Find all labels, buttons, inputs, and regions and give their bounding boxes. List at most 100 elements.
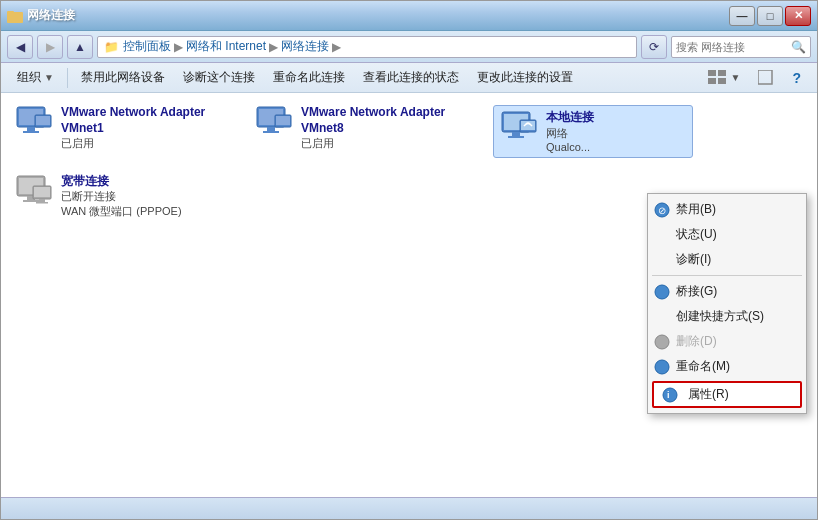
organize-arrow: ▼ [44,72,54,83]
svg-point-35 [655,285,669,299]
svg-point-38 [663,388,677,402]
local-adapter: Qualco... [546,141,688,153]
diagnose-label: 诊断这个连接 [183,69,255,86]
svg-rect-28 [23,200,39,202]
local-name: 本地连接 [546,110,688,126]
svg-rect-32 [36,202,48,204]
svg-point-37 [655,360,669,374]
toolbar-view-status[interactable]: 查看此连接的状态 [355,66,467,90]
breadcrumb-network-connections[interactable]: 网络连接 [281,38,329,55]
up-button[interactable]: ▲ [67,35,93,59]
broadband-type: WAN 微型端口 (PPPOE) [61,204,213,219]
vmnet1-icon [13,105,53,141]
forward-button[interactable]: ▶ [37,35,63,59]
view-status-label: 查看此连接的状态 [363,69,459,86]
broadband-info: 宽带连接 已断开连接 WAN 微型端口 (PPPOE) [61,174,213,220]
refresh-button[interactable]: ⟳ [641,35,667,59]
toolbar-rename[interactable]: 重命名此连接 [265,66,353,90]
search-input[interactable] [676,41,791,53]
file-row-1: VMware Network Adapter VMnet1 已启用 [13,105,805,158]
file-item-vmnet8[interactable]: VMware Network Adapter VMnet8 已启用 [253,105,453,151]
ctx-bridge-icon [654,284,670,300]
ctx-disable[interactable]: ⊘ 禁用(B) [648,197,806,222]
toolbar-view-toggle[interactable]: ▼ [700,66,749,90]
ctx-properties[interactable]: i 属性(R) [652,381,802,408]
toolbar-layout-toggle[interactable] [750,66,782,90]
svg-rect-3 [718,70,726,76]
broadband-status: 已断开连接 [61,189,213,204]
ctx-delete: 删除(D) [648,329,806,354]
ctx-diagnose[interactable]: 诊断(I) [648,247,806,272]
vmnet8-icon [253,105,293,141]
local-icon [498,110,538,146]
svg-rect-10 [23,131,39,133]
search-box[interactable]: 🔍 [671,36,811,58]
folder-icon [7,8,23,24]
addressbar: ◀ ▶ ▲ 📁 控制面板 ▶ 网络和 Internet ▶ 网络连接 ▶ ⟳ 🔍 [1,31,817,63]
context-menu: ⊘ 禁用(B) 状态(U) 诊断(I) 桥接(G) 创 [647,193,807,414]
ctx-disable-label: 禁用(B) [676,201,716,218]
file-item-broadband[interactable]: 宽带连接 已断开连接 WAN 微型端口 (PPPOE) [13,174,213,220]
svg-rect-2 [708,70,716,76]
local-network: 网络 [546,126,688,141]
breadcrumb-control-panel[interactable]: 控制面板 [123,38,171,55]
content-area: VMware Network Adapter VMnet1 已启用 [1,93,817,497]
svg-rect-16 [263,131,279,133]
vmnet1-name: VMware Network Adapter VMnet1 [61,105,213,136]
svg-rect-18 [276,116,290,125]
ctx-properties-label: 属性(R) [688,386,729,403]
address-path[interactable]: 📁 控制面板 ▶ 网络和 Internet ▶ 网络连接 ▶ [97,36,637,58]
ctx-bridge[interactable]: 桥接(G) [648,279,806,304]
close-button[interactable]: ✕ [785,6,811,26]
layout-icon [758,70,774,86]
view-icon [708,70,728,86]
svg-text:⊘: ⊘ [658,205,666,216]
svg-rect-6 [758,70,772,84]
search-icon[interactable]: 🔍 [791,40,806,54]
toolbar-disable[interactable]: 禁用此网络设备 [73,66,173,90]
view-arrow: ▼ [731,72,741,83]
file-item-local[interactable]: 本地连接 网络 Qualco... [493,105,693,158]
ctx-delete-label: 删除(D) [676,333,717,350]
ctx-status[interactable]: 状态(U) [648,222,806,247]
back-button[interactable]: ◀ [7,35,33,59]
svg-rect-4 [708,78,716,84]
svg-rect-12 [36,116,50,125]
vmnet8-name: VMware Network Adapter VMnet8 [301,105,453,136]
toolbar-help[interactable]: ? [784,66,809,90]
svg-rect-21 [512,132,520,136]
toolbar-organize[interactable]: 组织 ▼ [9,66,62,90]
vmnet1-status: 已启用 [61,136,213,151]
ctx-rename-label: 重命名(M) [676,358,730,375]
ctx-properties-icon: i [662,387,678,403]
ctx-rename[interactable]: 重命名(M) [648,354,806,379]
vmnet8-info: VMware Network Adapter VMnet8 已启用 [301,105,453,151]
svg-rect-31 [39,199,45,202]
maximize-button[interactable]: □ [757,6,783,26]
svg-rect-9 [27,127,35,131]
svg-rect-1 [7,11,14,14]
ctx-bridge-label: 桥接(G) [676,283,717,300]
svg-rect-22 [508,136,524,138]
window-title: 网络连接 [27,7,75,24]
organize-label: 组织 [17,69,41,86]
vmnet8-status: 已启用 [301,136,453,151]
ctx-diagnose-icon [654,252,670,268]
ctx-status-icon [654,227,670,243]
ctx-status-label: 状态(U) [676,226,717,243]
titlebar-left: 网络连接 [7,7,75,24]
toolbar-change-settings[interactable]: 更改此连接的设置 [469,66,581,90]
titlebar-controls: — □ ✕ [729,6,811,26]
broadband-icon [13,174,53,210]
file-item-vmnet1[interactable]: VMware Network Adapter VMnet1 已启用 [13,105,213,151]
toolbar-diagnose[interactable]: 诊断这个连接 [175,66,263,90]
breadcrumb-network-internet[interactable]: 网络和 Internet [186,38,266,55]
ctx-create-shortcut[interactable]: 创建快捷方式(S) [648,304,806,329]
ctx-diagnose-label: 诊断(I) [676,251,711,268]
minimize-button[interactable]: — [729,6,755,26]
toolbar: 组织 ▼ 禁用此网络设备 诊断这个连接 重命名此连接 查看此连接的状态 更改此连… [1,63,817,93]
svg-rect-15 [267,127,275,131]
ctx-shortcut-icon [654,309,670,325]
ctx-shortcut-label: 创建快捷方式(S) [676,308,764,325]
vmnet1-info: VMware Network Adapter VMnet1 已启用 [61,105,213,151]
